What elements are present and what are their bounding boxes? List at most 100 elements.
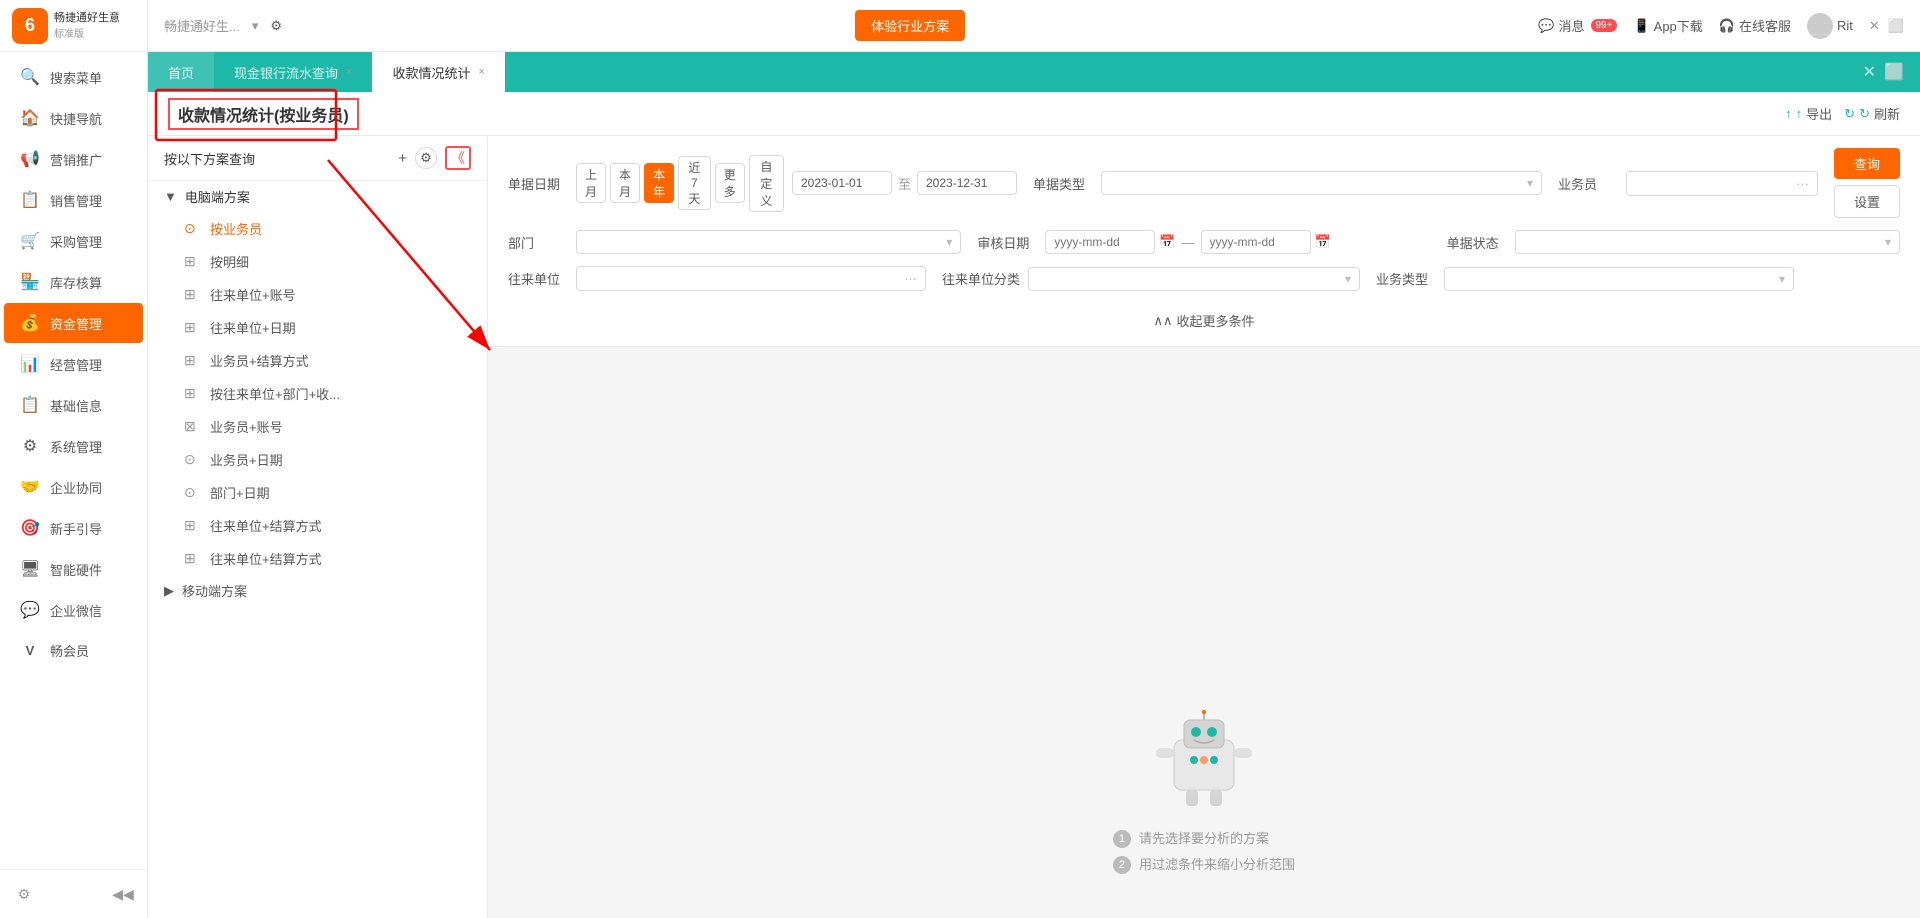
date-to-input[interactable] xyxy=(917,171,1017,195)
scheme-item-partner-dept[interactable]: ⊞ 按往来单位+部门+收... xyxy=(148,377,487,410)
scheme-item-partner-payment1[interactable]: ⊞ 往来单位+结算方式 xyxy=(148,509,487,542)
tab-receipt-close[interactable]: × xyxy=(478,66,484,78)
filter-header-icons: + ⚙ 《 xyxy=(398,146,471,170)
scheme-item-salesman-payment[interactable]: ⊞ 业务员+结算方式 xyxy=(148,344,487,377)
restore-window-btn[interactable]: ⬜ xyxy=(1888,18,1904,34)
main-body: 1 请先选择要分析的方案 2 用过滤条件来缩小分析范围 xyxy=(488,347,1920,918)
user-avatar xyxy=(1807,13,1833,39)
scheme-item-by-salesman[interactable]: ⊙ 按业务员 xyxy=(148,212,487,245)
filter-collapse-btn[interactable]: 《 xyxy=(445,146,471,170)
chevron-down-icon: ▾ xyxy=(946,235,952,249)
scheme-item-salesman-date[interactable]: ⊙ 业务员+日期 xyxy=(148,443,487,476)
sidebar-item-system[interactable]: ⚙ 系统管理 xyxy=(4,426,143,466)
scheme-item-label: 按业务员 xyxy=(210,219,262,238)
audit-to-input[interactable] xyxy=(1201,230,1311,254)
salesman-input[interactable]: ··· xyxy=(1626,171,1818,196)
download-icon: 📱 xyxy=(1633,18,1649,34)
sidebar-item-quick[interactable]: 🏠 快捷导航 xyxy=(4,98,143,138)
footer-settings-button[interactable]: ⚙ xyxy=(8,878,40,910)
calendar-icon-right[interactable]: 📅 xyxy=(1315,234,1331,250)
collapse-conditions-btn[interactable]: ∧∧ 收起更多条件 xyxy=(1153,311,1254,330)
sidebar-item-operations[interactable]: 📊 经营管理 xyxy=(4,344,143,384)
date-label: 单据日期 xyxy=(508,174,568,193)
group-label: 电脑端方案 xyxy=(185,187,250,206)
dept-select[interactable]: ▾ xyxy=(576,230,961,254)
footer-collapse-button[interactable]: ◀◀ xyxy=(107,878,139,910)
scheme-item-partner-payment2[interactable]: ⊞ 往来单位+结算方式 xyxy=(148,542,487,575)
sidebar-item-basic[interactable]: 📋 基础信息 xyxy=(4,385,143,425)
date-btn-last-month[interactable]: 上月 xyxy=(576,163,606,203)
date-from-input[interactable] xyxy=(792,171,892,195)
online-support-btn[interactable]: 🎧 在线客服 xyxy=(1719,16,1791,35)
scheme-item-partner-date[interactable]: ⊞ 往来单位+日期 xyxy=(148,311,487,344)
refresh-btn[interactable]: ↻ 刷新 xyxy=(1844,104,1900,123)
sidebar-item-hardware[interactable]: 🖥 智能硬件 xyxy=(4,549,143,589)
export-btn[interactable]: ↑ 导出 xyxy=(1785,104,1832,123)
date-btn-7days[interactable]: 近7天 xyxy=(678,156,711,210)
ellipsis-icon[interactable]: ··· xyxy=(904,271,917,286)
date-range-btns: 上月 本月 本年 近7天 更多 自定义 xyxy=(576,155,784,212)
scheme-item-by-mingxi[interactable]: ⊞ 按明细 xyxy=(148,245,487,278)
tabbar: 首页 现金银行流水查询 × 收款情况统计 × ✕ ⬜ xyxy=(148,52,1920,92)
doc-type-select[interactable]: ▾ xyxy=(1101,171,1542,195)
sidebar-item-guide[interactable]: 🎯 新手引导 xyxy=(4,508,143,548)
partner-category-select[interactable]: ▾ xyxy=(1028,267,1360,291)
desktop-group-header[interactable]: ▼ 电脑端方案 xyxy=(148,181,487,212)
date-btn-custom[interactable]: 自定义 xyxy=(749,155,784,212)
sidebar-item-inventory[interactable]: 🏪 库存核算 xyxy=(4,262,143,302)
sidebar-item-label: 搜索菜单 xyxy=(50,68,102,87)
audit-from-input[interactable] xyxy=(1045,230,1155,254)
tip-text-1: 请先选择要分析的方案 xyxy=(1139,826,1269,852)
dropdown-icon[interactable]: ▾ xyxy=(252,18,259,34)
scheme-item-partner-account[interactable]: ⊞ 往来单位+账号 xyxy=(148,278,487,311)
sidebar-item-finance[interactable]: 💰 资金管理 xyxy=(4,303,143,343)
sidebar-item-purchase[interactable]: 🛒 采购管理 xyxy=(4,221,143,261)
date-btn-more[interactable]: 更多 xyxy=(715,163,745,203)
tip-item-1: 1 请先选择要分析的方案 xyxy=(1113,826,1295,852)
date-btn-this-year[interactable]: 本年 xyxy=(644,163,674,203)
mobile-group-header[interactable]: ▶ 移动端方案 xyxy=(148,575,487,606)
topbar-settings-icon[interactable]: ⚙ xyxy=(270,18,282,34)
sidebar-item-sales[interactable]: 📋 销售管理 xyxy=(4,180,143,220)
ellipsis-icon[interactable]: ··· xyxy=(1796,176,1809,191)
close-all-tabs-btn[interactable]: ✕ xyxy=(1863,62,1876,82)
partner-input[interactable]: ··· xyxy=(576,266,926,291)
industry-btn[interactable]: 体验行业方案 xyxy=(855,10,965,41)
salesman-date-icon: ⊙ xyxy=(184,451,202,468)
business-type-select[interactable]: ▾ xyxy=(1444,267,1794,291)
tab-receipt[interactable]: 收款情况统计 × xyxy=(372,52,504,92)
condition-row-actions: ∧∧ 收起更多条件 xyxy=(508,303,1900,334)
messages-btn[interactable]: 💬 消息 99+ xyxy=(1538,16,1617,35)
filter-add-btn[interactable]: + xyxy=(398,150,407,167)
sidebar-item-member[interactable]: V 畅会员 xyxy=(4,631,143,670)
settings-btn[interactable]: 设置 xyxy=(1834,185,1900,218)
scheme-item-dept-date[interactable]: ⊙ 部门+日期 xyxy=(148,476,487,509)
tab-home[interactable]: 首页 xyxy=(148,52,214,92)
tip-text-2: 用过滤条件来缩小分析范围 xyxy=(1139,852,1295,878)
tab-bank[interactable]: 现金银行流水查询 × xyxy=(214,52,372,92)
scheme-item-salesman-account[interactable]: ⊠ 业务员+账号 xyxy=(148,410,487,443)
salesman-account-icon: ⊠ xyxy=(184,418,202,435)
close-window-btn[interactable]: ✕ xyxy=(1869,18,1880,34)
user-area[interactable]: Rit xyxy=(1807,13,1853,39)
scheme-item-label: 业务员+结算方式 xyxy=(210,351,309,370)
sidebar-item-enterprise[interactable]: 🤝 企业协同 xyxy=(4,467,143,507)
sidebar-item-label: 经营管理 xyxy=(50,355,102,374)
maximize-btn[interactable]: ⬜ xyxy=(1884,62,1904,82)
scheme-item-label: 部门+日期 xyxy=(210,483,270,502)
filter-settings-btn[interactable]: ⚙ xyxy=(415,147,437,169)
sidebar-item-search[interactable]: 🔍 搜索菜单 xyxy=(4,57,143,97)
sidebar-item-wechat[interactable]: 💬 企业微信 xyxy=(4,590,143,630)
sidebar-item-label: 企业协同 xyxy=(50,478,102,497)
sidebar-item-marketing[interactable]: 📢 营销推广 xyxy=(4,139,143,179)
calendar-icon-left[interactable]: 📅 xyxy=(1159,234,1175,250)
doc-status-select[interactable]: ▾ xyxy=(1515,230,1900,254)
date-btn-this-month[interactable]: 本月 xyxy=(610,163,640,203)
audit-separator: — xyxy=(1182,235,1195,250)
app-download-btn[interactable]: 📱 App下载 xyxy=(1633,16,1702,35)
tab-bank-label: 现金银行流水查询 xyxy=(234,63,338,82)
condition-row-1: 单据日期 上月 本月 本年 近7天 更多 自定义 至 xyxy=(508,148,1900,218)
query-btn[interactable]: 查询 xyxy=(1834,148,1900,179)
tab-bank-close[interactable]: × xyxy=(346,66,352,78)
content-area: 按以下方案查询 + ⚙ 《 ▼ 电脑端方案 ⊙ 按业务员 ⊞ xyxy=(148,136,1920,918)
